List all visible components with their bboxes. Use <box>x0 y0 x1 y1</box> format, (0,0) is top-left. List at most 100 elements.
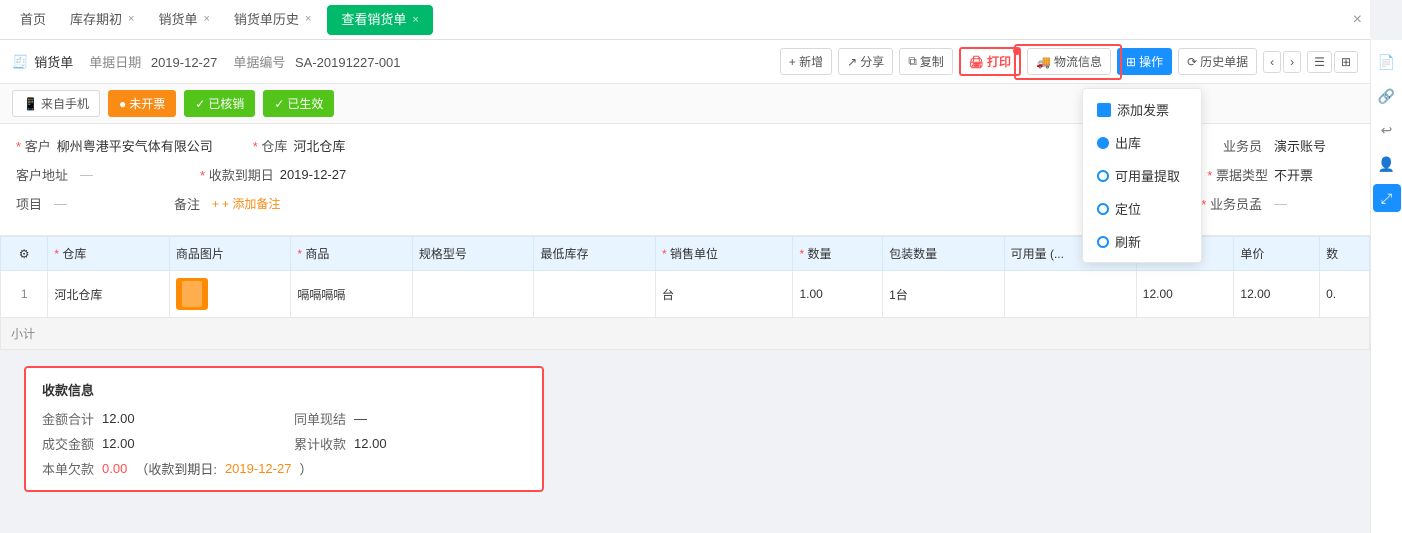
total-label: 金额合计 <box>42 409 94 428</box>
ops-dropdown: 添加发票 出库 可用量提取 定位 刷新 <box>1082 88 1202 263</box>
staff-label: 业务员 <box>1223 136 1262 155</box>
doc-type-label: 销货单 <box>34 52 73 71</box>
add-remark-button[interactable]: + + 添加备注 <box>212 195 280 212</box>
settle-label: 同单现结 <box>294 409 346 428</box>
history-icon: ⟳ <box>1187 55 1197 69</box>
print-button[interactable]: 🖨 打印 <box>959 47 1021 76</box>
sales-staff-value: — <box>1274 196 1354 211</box>
tab-inventory-init[interactable]: 库存期初 × <box>58 0 146 40</box>
due-date-label: * 收款到期日 <box>200 165 274 184</box>
tab-bar: 首页 库存期初 × 销货单 × 销货单历史 × 查看销货单 × × <box>0 0 1370 40</box>
due-date-field: * 收款到期日 2019-12-27 <box>200 165 360 184</box>
close-tab-inventory[interactable]: × <box>128 13 134 25</box>
ticket-icon: ● <box>119 97 126 111</box>
view-toggle: ☰ ⊞ <box>1307 51 1358 73</box>
doc-icon: 📄 <box>1378 54 1395 71</box>
row-unit: 台 <box>655 271 792 318</box>
payment-info: 收款信息 金额合计 12.00 同单现结 — 成交金额 12.00 <box>42 380 526 478</box>
staff-field: 业务员 演示账号 <box>1223 136 1354 155</box>
confirm-button[interactable]: ✓ 已核销 <box>184 90 255 117</box>
tab-sales-order[interactable]: 销货单 × <box>146 0 221 40</box>
invoice-icon <box>1097 103 1111 117</box>
copy-button[interactable]: ⧉ 复制 <box>899 48 953 75</box>
history-button[interactable]: ⟳ 历史单据 <box>1178 48 1257 75</box>
from-mobile-button[interactable]: 📱 来自手机 <box>12 90 100 117</box>
subtotal-label: 小计 <box>1 318 1370 350</box>
cumulative-value: 12.00 <box>354 436 387 451</box>
sales-staff-field: * 业务员孟 — <box>1201 194 1354 213</box>
dropdown-item-available[interactable]: 可用量提取 <box>1083 159 1201 192</box>
doc-date-value: 2019-12-27 <box>151 55 218 70</box>
new-button[interactable]: + 新增 <box>780 48 832 75</box>
link-icon: 🔗 <box>1378 88 1395 105</box>
col-warehouse: * 仓库 <box>48 237 170 271</box>
row-current: 12.00 <box>1136 271 1234 318</box>
row-quantity: 1.00 <box>793 271 883 318</box>
row-amount: 0. <box>1320 271 1370 318</box>
plus-icon: + <box>212 197 219 211</box>
sidebar-icon-link[interactable]: 🔗 <box>1373 82 1401 110</box>
doc-toolbar: 🧾 销货单 单据日期 2019-12-27 单据编号 SA-20191227-0… <box>0 40 1370 84</box>
tab-home[interactable]: 首页 <box>8 0 58 40</box>
remark-field: 备注 + + 添加备注 <box>174 194 280 213</box>
ops-button[interactable]: ⊞ 操作 <box>1117 48 1172 75</box>
dropdown-item-invoice[interactable]: 添加发票 <box>1083 93 1201 126</box>
available-icon <box>1097 170 1109 182</box>
col-min-stock: 最低库存 <box>534 237 656 271</box>
project-field: 项目 — <box>16 194 134 213</box>
effective-button[interactable]: ✓ 已生效 <box>263 90 334 117</box>
payment-row-total: 金额合计 12.00 <box>42 409 274 428</box>
sidebar-icon-return[interactable]: ↩ <box>1373 116 1401 144</box>
row-available <box>1004 271 1136 318</box>
close-window-icon[interactable]: × <box>1353 11 1362 29</box>
settings-icon[interactable]: ⚙ <box>19 247 30 261</box>
col-pack-qty: 包装数量 <box>883 237 1005 271</box>
sidebar-icon-doc[interactable]: 📄 <box>1373 48 1401 76</box>
grid-icon: ⊞ <box>1126 55 1136 69</box>
prev-arrow[interactable]: ‹ <box>1263 51 1281 73</box>
next-arrow[interactable]: › <box>1283 51 1301 73</box>
row-warehouse: 河北仓库 <box>48 271 170 318</box>
payment-row-settle: 同单现结 — <box>294 409 526 428</box>
tab-view-sales[interactable]: 查看销货单 × <box>327 5 432 35</box>
row-pack-qty: 1台 <box>883 271 1005 318</box>
dropdown-item-refresh[interactable]: 刷新 <box>1083 225 1201 258</box>
address-value: — <box>80 167 160 182</box>
invoice-label: 添加发票 <box>1117 100 1169 119</box>
col-settings[interactable]: ⚙ <box>1 237 48 271</box>
row-price: 12.00 <box>1234 271 1320 318</box>
bottom-area: 收款信息 金额合计 12.00 同单现结 — 成交金额 12.00 <box>0 350 1370 508</box>
locate-icon <box>1097 203 1109 215</box>
thumbnail-inner <box>182 281 202 307</box>
close-tab-sales-history[interactable]: × <box>305 13 311 25</box>
close-tab-sales[interactable]: × <box>203 13 209 25</box>
date-label-text: 单据日期 <box>89 55 141 70</box>
due-date-value: 2019-12-27 <box>280 167 360 182</box>
user-icon: 👤 <box>1378 156 1395 173</box>
logistics-button[interactable]: 🚚 物流信息 <box>1027 48 1111 75</box>
address-label: 客户地址 <box>16 165 68 184</box>
payment-grid: 金额合计 12.00 同单现结 — 成交金额 12.00 累计收款 12.00 <box>42 409 526 478</box>
dropdown-item-locate[interactable]: 定位 <box>1083 192 1201 225</box>
sidebar-icon-user[interactable]: 👤 <box>1373 150 1401 178</box>
check-icon: ✓ <box>195 97 205 111</box>
tab-sales-history[interactable]: 销货单历史 × <box>222 0 323 40</box>
dropdown-item-outbound[interactable]: 出库 <box>1083 126 1201 159</box>
owed-label: 本单欠款 <box>42 459 94 478</box>
sales-staff-label: * 业务员孟 <box>1201 194 1262 213</box>
grid-view-btn[interactable]: ⊞ <box>1334 51 1358 73</box>
cumulative-label: 累计收款 <box>294 434 346 453</box>
subtotal-row: 小计 <box>1 318 1370 350</box>
close-tab-view-sales[interactable]: × <box>412 5 418 35</box>
total-value: 12.00 <box>102 411 135 426</box>
copy-icon: ⧉ <box>908 54 917 69</box>
owed-suffix: （收款到期日: <box>135 459 217 478</box>
sidebar-icon-expand[interactable]: ⤢ <box>1373 184 1401 212</box>
mobile-icon: 📱 <box>23 97 38 111</box>
not-open-button[interactable]: ● 未开票 <box>108 90 176 117</box>
staff-value: 演示账号 <box>1274 136 1354 155</box>
list-view-btn[interactable]: ☰ <box>1307 51 1332 73</box>
payment-row-deal: 成交金额 12.00 <box>42 434 274 453</box>
toolbar-right: + 新增 ↗ 分享 ⧉ 复制 🖨 打印 🚚 物流信息 ⊞ 操作 <box>780 47 1358 76</box>
share-button[interactable]: ↗ 分享 <box>838 48 893 75</box>
